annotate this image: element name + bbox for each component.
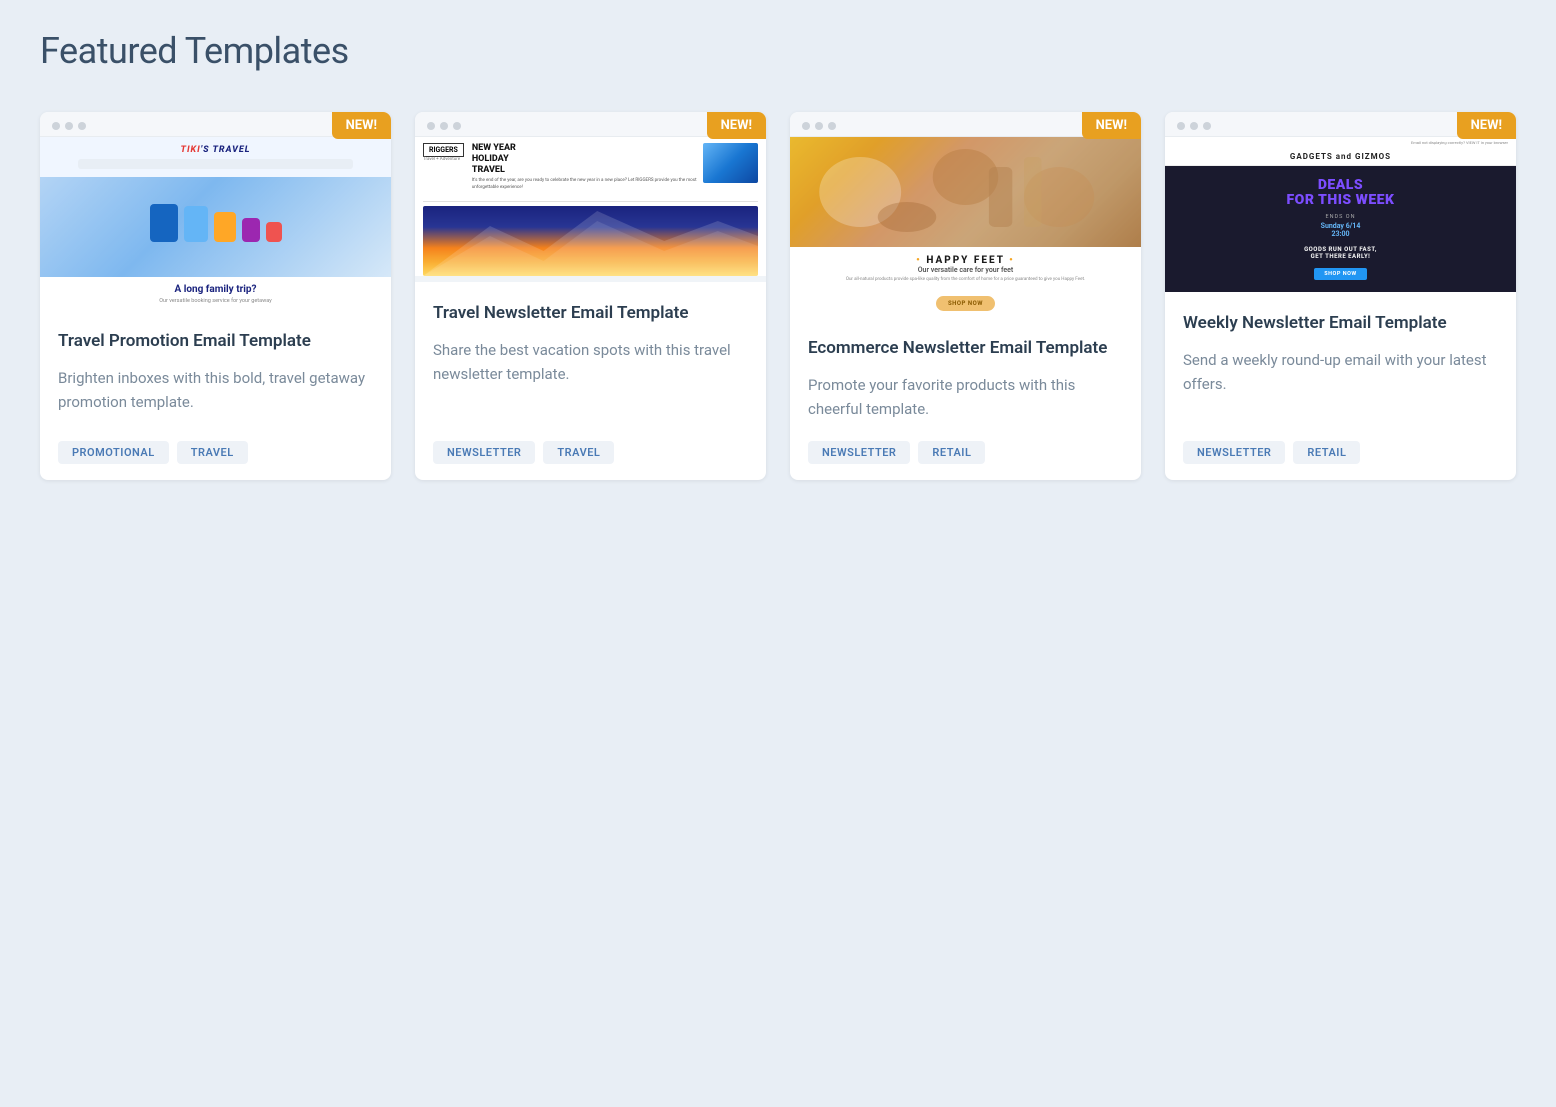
- card-title-2: Travel Newsletter Email Template: [433, 302, 748, 324]
- card-description-2: Share the best vacation spots with this …: [433, 338, 748, 421]
- luggage-medium: [214, 212, 236, 242]
- dot-right: •: [1005, 255, 1015, 266]
- luggage-blue: [184, 206, 208, 242]
- ecommerce-product-image: [790, 137, 1141, 247]
- dot2: [1190, 122, 1198, 130]
- travel-luggage-image: [40, 177, 391, 277]
- travel-search-bar: [78, 159, 352, 169]
- page-title: Featured Templates: [40, 30, 1516, 72]
- card-info: Travel Promotion Email Template Brighten…: [40, 310, 391, 480]
- dot-left: •: [916, 255, 926, 266]
- dot3: [1203, 122, 1211, 130]
- riggers-small-image: [703, 143, 758, 183]
- dot1: [1177, 122, 1185, 130]
- tag-retail-4[interactable]: RETAIL: [1293, 441, 1360, 464]
- dot2: [440, 122, 448, 130]
- weekly-header: GADGETS and GIZMOS: [1165, 148, 1516, 166]
- template-preview-weekly: NEW! Email not displaying correctly? VIE…: [1165, 112, 1516, 292]
- riggers-tagline: Travel + Adventure: [423, 157, 464, 162]
- ecommerce-brand: • HAPPY FEET •: [800, 255, 1131, 266]
- riggers-right: NEW YEARHOLIDAYTRAVEL It's the end of th…: [472, 143, 758, 191]
- dot3: [78, 122, 86, 130]
- dot3: [828, 122, 836, 130]
- riggers-mountain-image: [423, 206, 758, 276]
- template-card-ecommerce[interactable]: NEW! • HAPPY FEET •: [790, 112, 1141, 480]
- tag-newsletter-2[interactable]: NEWSLETTER: [433, 441, 535, 464]
- preview-content-2: RIGGERS Travel + Adventure NEW YEARHOLID…: [415, 137, 766, 276]
- card-title: Travel Promotion Email Template: [58, 330, 373, 352]
- ecommerce-text-content: • HAPPY FEET • Our versatile care for yo…: [790, 247, 1141, 317]
- weekly-goods-text: GOODS RUN OUT FAST,GET THERE EARLY!: [1175, 246, 1506, 260]
- dot1: [427, 122, 435, 130]
- preview-content-4: Email not displaying correctly? VIEW IT …: [1165, 137, 1516, 292]
- tag-promotional[interactable]: PROMOTIONAL: [58, 441, 169, 464]
- card-description-4: Send a weekly round-up email with your l…: [1183, 348, 1498, 421]
- luggage-xsmall: [266, 222, 282, 242]
- travel-subtext: Our versatile booking service for your g…: [50, 298, 381, 304]
- luggage-large: [150, 204, 178, 242]
- riggers-logo: RIGGERS: [423, 143, 464, 157]
- riggers-logo-block: RIGGERS Travel + Adventure: [423, 143, 464, 162]
- weekly-main-content: DEALSFOR THIS WEEK ENDS ON Sunday 6/1423…: [1165, 166, 1516, 292]
- riggers-header: RIGGERS Travel + Adventure NEW YEARHOLID…: [415, 137, 766, 197]
- card-tags-4: NEWSLETTER RETAIL: [1183, 441, 1498, 464]
- dot2: [815, 122, 823, 130]
- new-badge: NEW!: [332, 112, 391, 139]
- weekly-date: Sunday 6/1423:00: [1175, 222, 1506, 238]
- weekly-headline: DEALSFOR THIS WEEK: [1175, 178, 1506, 209]
- template-preview-travel-promo: NEW! TIKI'S TRAVEL A long fami: [40, 112, 391, 310]
- new-badge-2: NEW!: [707, 112, 766, 139]
- weekly-ends-label: ENDS ON: [1175, 214, 1506, 220]
- template-card-travel-promo[interactable]: NEW! TIKI'S TRAVEL A long fami: [40, 112, 391, 480]
- dot1: [52, 122, 60, 130]
- travel-headline: A long family trip?: [50, 283, 381, 296]
- travel-text-content: A long family trip? Our versatile bookin…: [40, 277, 391, 310]
- ecommerce-shop-button[interactable]: SHOP NOW: [936, 296, 995, 311]
- luggage-illustration: [150, 204, 282, 250]
- card-info-4: Weekly Newsletter Email Template Send a …: [1165, 292, 1516, 480]
- new-badge-3: NEW!: [1082, 112, 1141, 139]
- ecommerce-sub-brand: Our versatile care for your feet: [800, 266, 1131, 274]
- template-card-weekly[interactable]: NEW! Email not displaying correctly? VIE…: [1165, 112, 1516, 480]
- template-preview-ecommerce: NEW! • HAPPY FEET •: [790, 112, 1141, 317]
- luggage-small: [242, 218, 260, 242]
- mountain-svg: [423, 206, 758, 276]
- weekly-shop-button[interactable]: SHOP NOW: [1314, 268, 1366, 280]
- tag-travel[interactable]: TRAVEL: [177, 441, 248, 464]
- riggers-divider: [423, 201, 758, 202]
- travel-header: TIKI'S TRAVEL: [40, 137, 391, 177]
- tag-retail-3[interactable]: RETAIL: [918, 441, 985, 464]
- travel-brand: TIKI'S TRAVEL: [44, 145, 387, 155]
- template-preview-travel-newsletter: NEW! RIGGERS Travel + Adventure NEW YEAR…: [415, 112, 766, 282]
- preview-content-3: • HAPPY FEET • Our versatile care for yo…: [790, 137, 1141, 317]
- new-badge-4: NEW!: [1457, 112, 1516, 139]
- ecommerce-desc: Our all-natural products provide spa-lik…: [800, 277, 1131, 284]
- riggers-title: NEW YEARHOLIDAYTRAVEL: [472, 143, 699, 175]
- card-description-3: Promote your favorite products with this…: [808, 373, 1123, 421]
- card-tags-3: NEWSLETTER RETAIL: [808, 441, 1123, 464]
- card-tags-2: NEWSLETTER TRAVEL: [433, 441, 748, 464]
- weekly-brand: GADGETS and GIZMOS: [1173, 152, 1508, 161]
- card-tags: PROMOTIONAL TRAVEL: [58, 441, 373, 464]
- ecommerce-decorative-svg: [790, 137, 1141, 247]
- dot3: [453, 122, 461, 130]
- template-card-travel-newsletter[interactable]: NEW! RIGGERS Travel + Adventure NEW YEAR…: [415, 112, 766, 480]
- tag-travel-2[interactable]: TRAVEL: [543, 441, 614, 464]
- preview-content: TIKI'S TRAVEL A long family trip? Our ve…: [40, 137, 391, 310]
- dot1: [802, 122, 810, 130]
- card-info-2: Travel Newsletter Email Template Share t…: [415, 282, 766, 480]
- templates-grid: NEW! TIKI'S TRAVEL A long fami: [40, 112, 1516, 480]
- card-info-3: Ecommerce Newsletter Email Template Prom…: [790, 317, 1141, 480]
- card-title-3: Ecommerce Newsletter Email Template: [808, 337, 1123, 359]
- riggers-desc: It's the end of the year, are you ready …: [472, 178, 699, 191]
- dot2: [65, 122, 73, 130]
- card-title-4: Weekly Newsletter Email Template: [1183, 312, 1498, 334]
- tag-newsletter-4[interactable]: NEWSLETTER: [1183, 441, 1285, 464]
- card-description: Brighten inboxes with this bold, travel …: [58, 366, 373, 421]
- tag-newsletter-3[interactable]: NEWSLETTER: [808, 441, 910, 464]
